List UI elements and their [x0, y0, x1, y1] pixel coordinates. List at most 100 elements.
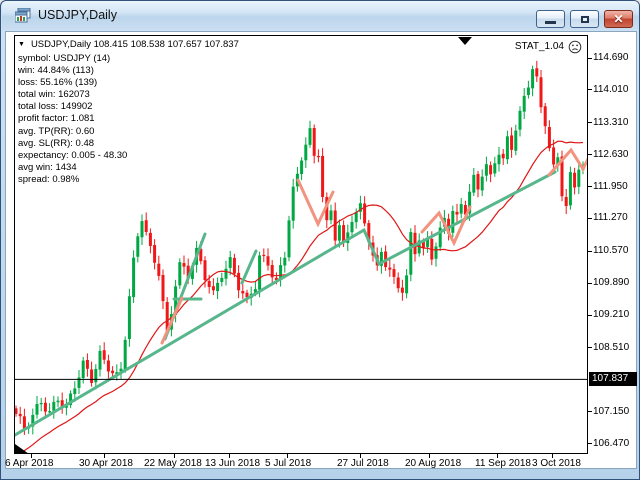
candle-body — [52, 401, 56, 411]
candle-body — [333, 210, 337, 241]
time-axis-label: 11 Sep 2018 — [475, 458, 531, 469]
candle-body — [102, 350, 106, 360]
price-axis-label: 114.010 — [593, 83, 629, 95]
candle-body — [220, 277, 224, 282]
candle-body — [455, 211, 459, 215]
candle-body — [405, 275, 409, 294]
candle-body — [543, 106, 547, 127]
candle-body — [510, 135, 514, 150]
candle-body — [484, 164, 488, 176]
candle-body — [144, 220, 148, 232]
price-axis-label: 109.210 — [593, 309, 630, 320]
candle-body — [148, 232, 152, 246]
candle-body — [56, 400, 60, 403]
candle-body — [39, 402, 43, 405]
candle-body — [577, 169, 581, 187]
stat-line: total win: 162073 — [18, 89, 90, 101]
candle-body — [224, 268, 228, 279]
price-axis-tick — [588, 217, 592, 219]
ohlc-info-line: ▼ USDJPY,Daily 108.415 108.538 107.657 1… — [18, 39, 239, 50]
candle-body — [291, 186, 295, 221]
candle-body — [216, 282, 220, 292]
price-axis-tick — [588, 443, 592, 445]
candle-body — [526, 87, 530, 95]
stat-line: avg. SL(RR): 0.48 — [18, 137, 95, 149]
candle-body — [43, 402, 47, 412]
candle-body — [434, 246, 438, 259]
time-axis-label: 3 Oct 2018 — [532, 458, 581, 469]
price-axis-label: 108.510 — [593, 341, 630, 353]
candle-body — [539, 77, 543, 108]
candle-body — [505, 136, 509, 160]
candle-body — [182, 263, 186, 267]
candle-body — [18, 413, 22, 417]
candle-body — [136, 236, 140, 257]
candle-body — [241, 291, 245, 294]
candle-body — [522, 95, 526, 112]
candle-body — [337, 225, 341, 241]
price-axis-label: 110.570 — [593, 245, 629, 257]
candle-body — [501, 153, 505, 159]
candle-body — [203, 260, 207, 281]
candle-body — [535, 68, 539, 77]
candle-body — [552, 147, 556, 165]
price-axis-label: 111.950 — [593, 180, 628, 192]
candle-body — [493, 163, 497, 174]
candle-body — [94, 368, 98, 383]
candle-body — [304, 144, 308, 161]
candle-body — [388, 267, 392, 270]
candle-body — [316, 155, 320, 158]
candle-body — [22, 416, 26, 429]
candle-body — [73, 388, 77, 395]
candle-body — [564, 196, 568, 207]
candle-body — [211, 286, 215, 291]
candle-body — [329, 210, 333, 221]
candle-body — [350, 221, 354, 233]
stat-line: total loss: 149902 — [18, 101, 93, 113]
candle-body — [178, 262, 182, 286]
candle-body — [90, 369, 94, 383]
candle-body — [312, 127, 316, 156]
stat-line: spread: 0.98% — [18, 173, 80, 185]
indicator-stats-block: symbol: USDJPY (14) win: 44.84% (113) loss… — [18, 53, 127, 186]
time-axis-label: 27 Jul 2018 — [337, 458, 389, 469]
candle-body — [518, 110, 522, 130]
price-axis-tick — [588, 314, 592, 316]
indicator-name-label: STAT_1.04 — [514, 41, 564, 52]
candle-body — [300, 160, 304, 175]
candle-body — [161, 274, 165, 302]
candle-body — [48, 411, 52, 413]
candle-body — [232, 257, 236, 274]
time-axis-label: 20 Aug 2018 — [405, 458, 462, 469]
price-axis-label: 114.690 — [593, 52, 629, 63]
price-axis-tick — [588, 186, 592, 187]
price-axis-label: 111.270 — [593, 212, 628, 224]
price-axis-label: 106.470 — [593, 437, 630, 449]
time-axis-label: 30 Apr 2018 — [79, 458, 133, 469]
stat-line: profit factor: 1.081 — [18, 113, 95, 125]
candle-body — [568, 172, 572, 206]
price-axis-label: 112.630 — [593, 148, 629, 160]
chart-client-area: ▼ USDJPY,Daily 108.415 108.538 107.657 1… — [5, 31, 637, 469]
candle-body — [472, 174, 476, 193]
ohlc-info-text: USDJPY,Daily 108.415 108.538 107.657 107… — [30, 39, 239, 50]
candle-body — [514, 130, 518, 151]
candle-body — [489, 165, 493, 175]
price-axis-label: 113.310 — [593, 116, 629, 128]
candle-body — [396, 277, 400, 289]
candle-body — [35, 403, 39, 415]
candle-body — [262, 254, 266, 257]
candle-body — [123, 339, 127, 370]
stat-line: win: 44.84% (113) — [18, 65, 94, 77]
candle-body — [228, 257, 232, 268]
price-axis-tick — [588, 89, 592, 91]
chart-window: USDJPY,Daily ✕ ▼ USDJPY,Daily 108.415 10… — [0, 0, 640, 480]
candle-body — [476, 173, 480, 190]
candle-body — [153, 245, 157, 263]
candle-body — [111, 370, 115, 374]
candle-body — [283, 257, 287, 266]
candle-body — [308, 128, 312, 145]
price-axis-tick — [588, 122, 592, 124]
candle-body — [106, 360, 110, 372]
candle-body — [81, 360, 85, 379]
